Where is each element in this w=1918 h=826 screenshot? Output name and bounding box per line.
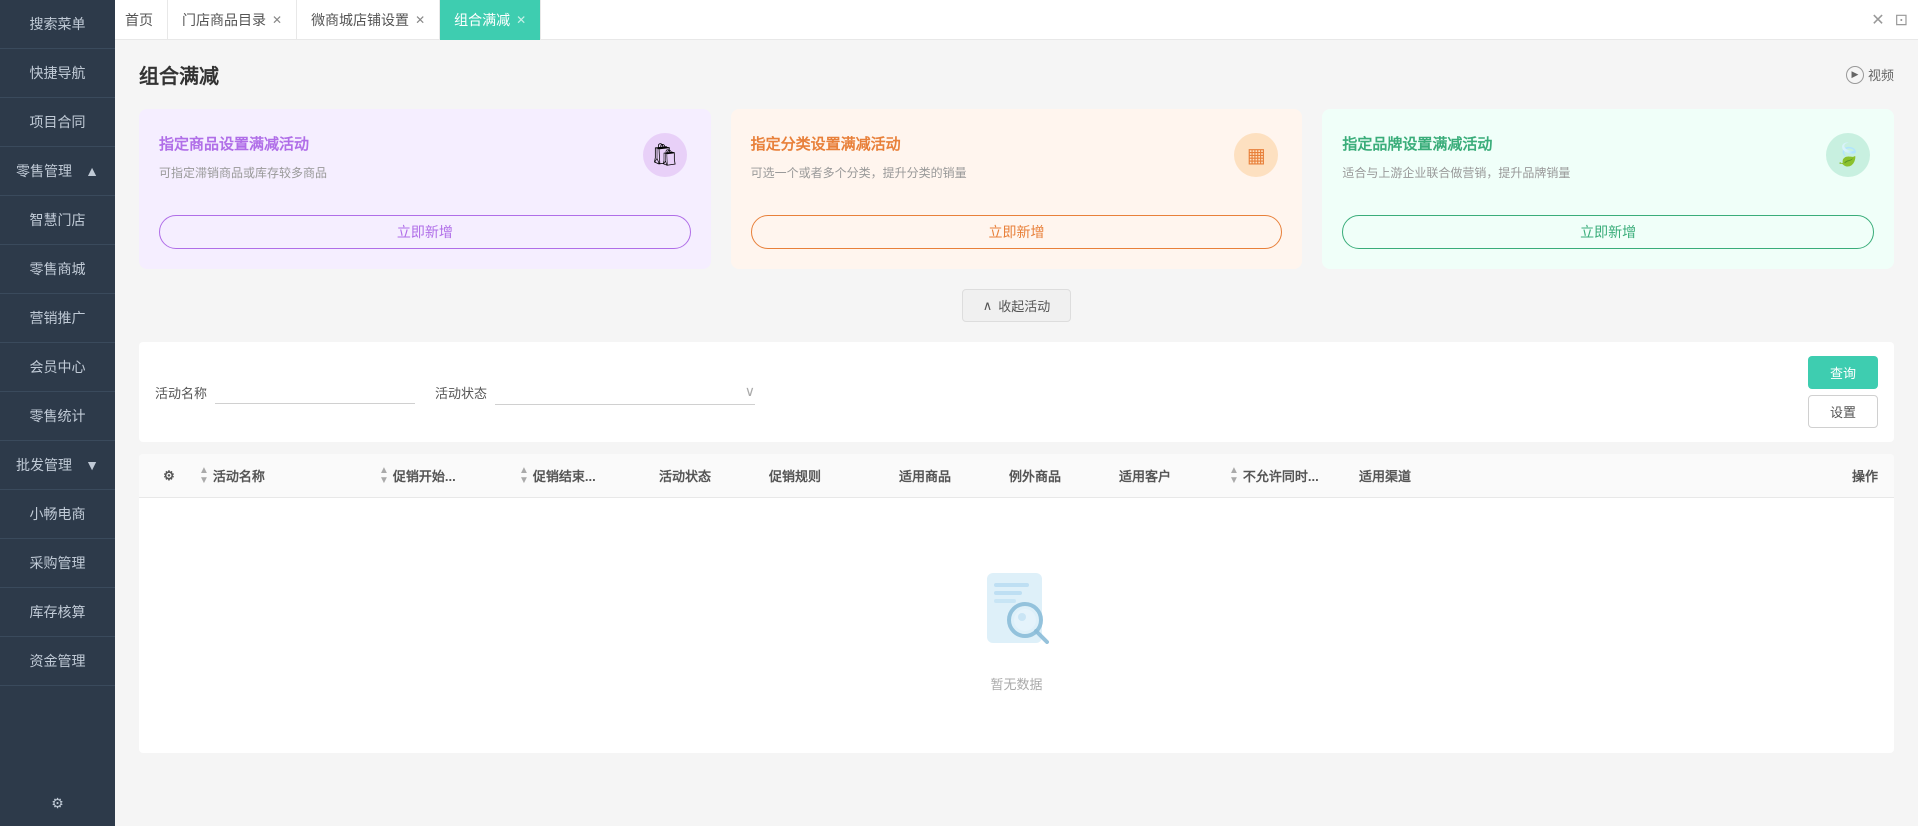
- th-gear[interactable]: ⚙: [147, 468, 191, 484]
- sidebar-item-marketing[interactable]: 营销推广: [0, 294, 115, 343]
- sidebar-settings[interactable]: ⚙: [0, 781, 115, 826]
- tab-bar-right: ✕ ⊡: [1871, 10, 1908, 30]
- maximize-window-icon[interactable]: ⊡: [1895, 10, 1908, 30]
- brand-card-desc: 适合与上游企业联合做营销，提升品牌销量: [1342, 164, 1874, 183]
- category-promo-card: ▦ 指定分类设置满减活动 可选一个或者多个分类，提升分类的销量 立即新增: [731, 109, 1303, 269]
- sort-icon[interactable]: ▲▼: [1229, 466, 1239, 486]
- sidebar-item-inventory[interactable]: 库存核算: [0, 588, 115, 637]
- activity-name-input[interactable]: [215, 380, 415, 404]
- sidebar-search[interactable]: 搜索菜单: [0, 0, 115, 49]
- th-customer: 适用客户: [1111, 466, 1221, 485]
- goods-card-icon: 🛍: [643, 133, 687, 177]
- th-exclude: 例外商品: [1001, 466, 1111, 485]
- close-window-icon[interactable]: ✕: [1871, 10, 1884, 30]
- th-end: ▲▼ 促销结束...: [511, 466, 651, 486]
- sidebar-item-smart-store[interactable]: 智慧门店: [0, 196, 115, 245]
- activity-status-label: 活动状态: [435, 383, 487, 402]
- brand-card-title: 指定品牌设置满减活动: [1342, 133, 1874, 154]
- brand-card-btn[interactable]: 立即新增: [1342, 215, 1874, 249]
- cards-row: 🛍 指定商品设置满减活动 可指定滞销商品或库存较多商品 立即新增 ▦ 指定分类设…: [139, 109, 1894, 269]
- th-nosimul: ▲▼ 不允许同时...: [1221, 466, 1351, 486]
- sort-icon[interactable]: ▲▼: [199, 466, 209, 486]
- chevron-up-icon: ▲: [85, 163, 99, 179]
- empty-state: 暂无数据: [139, 498, 1894, 753]
- sidebar: 搜索菜单 快捷导航 项目合同 零售管理 ▲ 智慧门店 零售商城 营销推广 会员中…: [0, 0, 115, 826]
- chevron-up-icon: ∧: [983, 298, 993, 314]
- collapse-bar: ∧ 收起活动: [139, 289, 1894, 322]
- th-rule: 促销规则: [761, 466, 891, 485]
- tab-wechat-store[interactable]: 微商城店铺设置 ✕: [297, 0, 440, 40]
- sidebar-item-purchase[interactable]: 采购管理: [0, 539, 115, 588]
- tab-close-combo-discount[interactable]: ✕: [516, 13, 526, 27]
- th-channel: 适用渠道: [1351, 466, 1471, 485]
- video-link[interactable]: ▶ 视频: [1846, 65, 1894, 84]
- th-status: 活动状态: [651, 466, 761, 485]
- gear-icon: ⚙: [163, 468, 175, 484]
- sidebar-item-retail[interactable]: 零售管理 ▲: [0, 147, 115, 196]
- filter-row: 活动名称 活动状态 ∨ 查询 设置: [139, 342, 1894, 442]
- tab-close-wechat-store[interactable]: ✕: [415, 13, 425, 27]
- data-table: ⚙ ▲▼ 活动名称 ▲▼ 促销开始... ▲▼ 促销结束... 活动状态: [139, 454, 1894, 753]
- category-card-desc: 可选一个或者多个分类，提升分类的销量: [751, 164, 1283, 183]
- sidebar-item-xiochang[interactable]: 小畅电商: [0, 490, 115, 539]
- filter-actions: 查询 设置: [1808, 356, 1878, 428]
- tab-combo-discount[interactable]: 组合满减 ✕: [440, 0, 541, 40]
- chevron-down-icon: ∨: [745, 383, 755, 400]
- table-header: ⚙ ▲▼ 活动名称 ▲▼ 促销开始... ▲▼ 促销结束... 活动状态: [139, 454, 1894, 498]
- tab-close-product-catalog[interactable]: ✕: [272, 13, 282, 27]
- content-area: 组合满减 ▶ 视频 🛍 指定商品设置满减活动 可指定滞销商品或库存较多商品 立即…: [115, 40, 1918, 826]
- th-name: ▲▼ 活动名称: [191, 466, 371, 486]
- sidebar-item-member[interactable]: 会员中心: [0, 343, 115, 392]
- tab-bar: 首页 门店商品目录 ✕ 微商城店铺设置 ✕ 组合满减 ✕ ✕ ⊡: [115, 0, 1918, 40]
- page-header: 组合满减 ▶ 视频: [139, 60, 1894, 89]
- goods-promo-card: 🛍 指定商品设置满减活动 可指定滞销商品或库存较多商品 立即新增: [139, 109, 711, 269]
- activity-name-filter: 活动名称: [155, 380, 415, 404]
- goods-card-btn[interactable]: 立即新增: [159, 215, 691, 249]
- activity-name-label: 活动名称: [155, 383, 207, 402]
- empty-icon: [967, 558, 1067, 658]
- sidebar-item-retail-mall[interactable]: 零售商城: [0, 245, 115, 294]
- settings-icon: ⚙: [51, 795, 64, 811]
- empty-text: 暂无数据: [990, 674, 1042, 693]
- query-button[interactable]: 查询: [1808, 356, 1878, 389]
- brand-card-icon: 🍃: [1826, 133, 1870, 177]
- tab-product-catalog[interactable]: 门店商品目录 ✕: [168, 0, 297, 40]
- sidebar-item-wholesale[interactable]: 批发管理 ▼: [0, 441, 115, 490]
- tab-home[interactable]: 首页: [125, 0, 168, 40]
- th-action: 操作: [1471, 466, 1886, 485]
- sidebar-item-quick-nav[interactable]: 快捷导航: [0, 49, 115, 98]
- brand-promo-card: 🍃 指定品牌设置满减活动 适合与上游企业联合做营销，提升品牌销量 立即新增: [1322, 109, 1894, 269]
- goods-card-desc: 可指定滞销商品或库存较多商品: [159, 164, 691, 183]
- category-card-title: 指定分类设置满减活动: [751, 133, 1283, 154]
- sort-icon[interactable]: ▲▼: [519, 466, 529, 486]
- activity-status-select[interactable]: ∨: [495, 379, 755, 405]
- setting-button[interactable]: 设置: [1808, 395, 1878, 428]
- main-area: 首页 门店商品目录 ✕ 微商城店铺设置 ✕ 组合满减 ✕ ✕ ⊡ 组合满减 ▶ …: [115, 0, 1918, 826]
- collapse-btn[interactable]: ∧ 收起活动: [962, 289, 1072, 322]
- th-goods: 适用商品: [891, 466, 1001, 485]
- activity-status-filter: 活动状态 ∨: [435, 379, 755, 405]
- category-card-btn[interactable]: 立即新增: [751, 215, 1283, 249]
- sidebar-item-retail-stats[interactable]: 零售统计: [0, 392, 115, 441]
- page-title: 组合满减: [139, 60, 219, 89]
- goods-card-title: 指定商品设置满减活动: [159, 133, 691, 154]
- th-start: ▲▼ 促销开始...: [371, 466, 511, 486]
- chevron-down-icon: ▼: [85, 457, 99, 473]
- play-icon: ▶: [1846, 66, 1864, 84]
- sidebar-item-finance[interactable]: 资金管理: [0, 637, 115, 686]
- sort-icon[interactable]: ▲▼: [379, 466, 389, 486]
- sidebar-item-project[interactable]: 项目合同: [0, 98, 115, 147]
